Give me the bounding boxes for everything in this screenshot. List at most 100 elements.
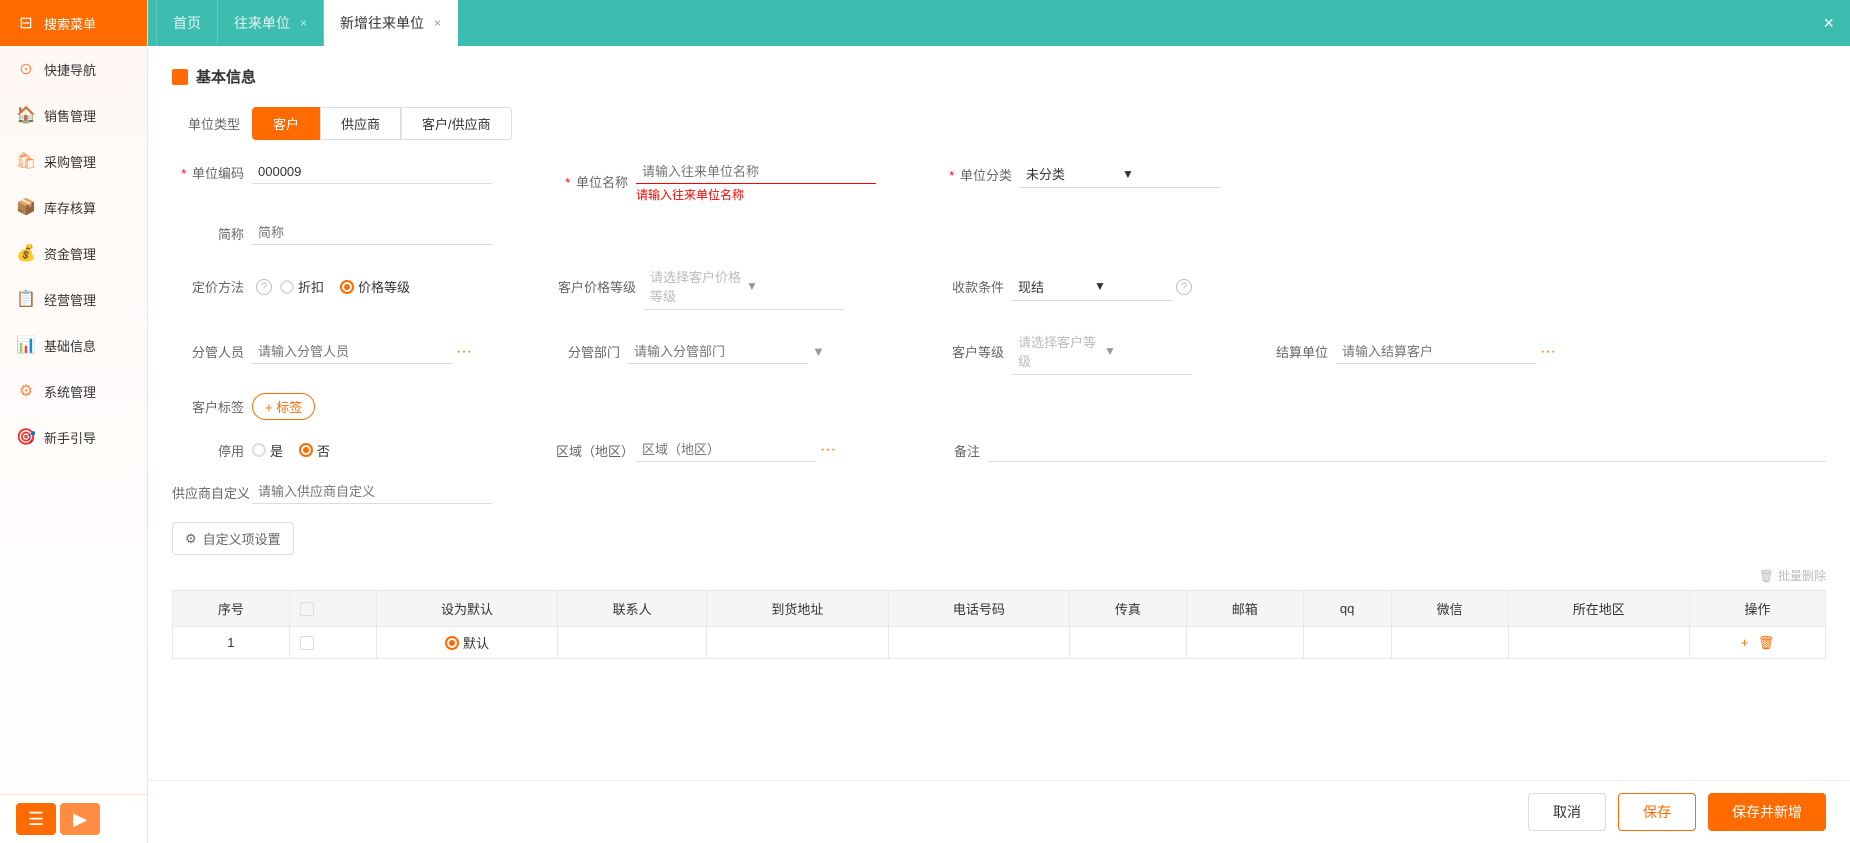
unit-name-star: *: [565, 175, 570, 190]
supplier-custom-input[interactable]: [252, 480, 492, 504]
sidebar-search-label: 搜索菜单: [44, 14, 96, 33]
sidebar-item-finance[interactable]: 💰 资金管理: [0, 230, 147, 276]
row-default-label: 默认: [463, 633, 489, 652]
customer-price-placeholder: 请选择客户价格等级: [650, 267, 742, 305]
batch-delete-label[interactable]: 批量删除: [1778, 567, 1826, 584]
sidebar-inventory-label: 库存核算: [44, 198, 96, 217]
pricing-radio-discount[interactable]: 折扣: [280, 277, 324, 296]
disable-radio-yes[interactable]: 是: [252, 441, 283, 460]
tab-new-partner-close[interactable]: ×: [434, 16, 441, 30]
tab-partners[interactable]: 往来单位 ×: [218, 0, 324, 46]
remark-input[interactable]: [988, 438, 1826, 462]
manager-dots[interactable]: ···: [456, 343, 472, 361]
region-input[interactable]: [636, 438, 816, 462]
pricing-discount-label: 折扣: [298, 277, 324, 296]
select-all-checkbox[interactable]: [300, 602, 314, 616]
row-default-cell: 默认: [376, 627, 557, 659]
sidebar-item-basic[interactable]: 📊 基础信息: [0, 322, 147, 368]
contact-table: 序号 设为默认 联系人 到货地址 电话号码 传真 邮箱 qq 微信 所在地区 操…: [172, 590, 1826, 659]
sidebar-item-sales[interactable]: 🏠 销售管理: [0, 92, 147, 138]
unit-name-input[interactable]: [636, 160, 876, 184]
cancel-button[interactable]: 取消: [1528, 793, 1606, 831]
alias-label: 简称: [172, 224, 252, 243]
manager-input[interactable]: [252, 340, 452, 364]
guide-icon: 🎯: [16, 427, 36, 447]
sidebar-bottom-btn1[interactable]: ☰: [16, 803, 56, 835]
col-checkbox: [289, 591, 376, 627]
alias-input[interactable]: [252, 221, 492, 245]
col-index: 序号: [173, 591, 290, 627]
payment-terms-help-icon[interactable]: ?: [1176, 279, 1192, 295]
field-disable: 停用 是 否: [172, 441, 532, 460]
row-add-btn[interactable]: +: [1741, 635, 1749, 650]
dept-input[interactable]: [628, 340, 808, 364]
tab-home-label: 首页: [173, 13, 201, 33]
form-row-supplier-custom: 供应商自定义: [172, 480, 1826, 504]
settlement-unit-dots[interactable]: ···: [1540, 343, 1556, 361]
custom-settings-button[interactable]: ⚙ 自定义项设置: [172, 522, 294, 555]
settlement-unit-label: 结算单位: [1264, 342, 1336, 361]
sidebar-item-search[interactable]: ⊟ 搜索菜单: [0, 0, 147, 46]
row-address: [707, 627, 888, 659]
disable-radio-no[interactable]: 否: [299, 441, 330, 460]
sidebar-item-operation[interactable]: 📋 经营管理: [0, 276, 147, 322]
disable-radio-group: 是 否: [252, 441, 330, 460]
field-dept: 分管部门 ▼: [556, 340, 916, 364]
sidebar-item-guide[interactable]: 🎯 新手引导: [0, 414, 147, 460]
unit-category-select[interactable]: 未分类 ▼: [1020, 160, 1220, 188]
payment-terms-arrow: ▼: [1094, 279, 1166, 293]
row-default-circle: [445, 636, 459, 650]
main-area: 首页 往来单位 × 新增往来单位 × × 基本信息 单位类型 客户 供应商 客户…: [148, 0, 1850, 843]
pricing-discount-circle: [280, 280, 294, 294]
row-checkbox[interactable]: [300, 636, 314, 650]
col-region: 所在地区: [1508, 591, 1689, 627]
field-region: 区域（地区） ···: [556, 438, 916, 462]
row-delete-btn[interactable]: 🗑: [1758, 635, 1775, 650]
remark-label: 备注: [940, 441, 988, 460]
customer-grade-select[interactable]: 请选择客户等级 ▼: [1012, 328, 1192, 375]
row-phone: [888, 627, 1069, 659]
row-email: [1186, 627, 1303, 659]
sidebar-item-quicknav[interactable]: ⊙ 快捷导航: [0, 46, 147, 92]
unit-btn-both[interactable]: 客户/供应商: [401, 107, 512, 140]
payment-terms-select[interactable]: 现结 ▼: [1012, 273, 1172, 301]
tab-new-partner[interactable]: 新增往来单位 ×: [324, 0, 458, 46]
unit-category-star: *: [949, 168, 954, 183]
field-manager: 分管人员 ···: [172, 340, 532, 364]
purchase-icon: 🛍: [16, 151, 36, 171]
pricing-help-icon[interactable]: ?: [256, 279, 272, 295]
tab-home[interactable]: 首页: [156, 0, 218, 46]
save-new-button[interactable]: 保存并新增: [1708, 793, 1826, 831]
row-index: 1: [173, 627, 290, 659]
pricing-radio-grade[interactable]: 价格等级: [340, 277, 410, 296]
field-alias: 简称: [172, 221, 532, 245]
save-button[interactable]: 保存: [1618, 793, 1696, 831]
manager-label: 分管人员: [172, 342, 252, 361]
form-row-alias: 简称: [172, 221, 1826, 245]
tag-add-label: + 标签: [265, 397, 302, 416]
tab-partners-close[interactable]: ×: [300, 16, 307, 30]
tab-bar-close-all[interactable]: ×: [1815, 13, 1842, 34]
operation-icon: 📋: [16, 289, 36, 309]
unit-btn-supplier[interactable]: 供应商: [320, 107, 401, 140]
field-customer-grade: 客户等级 请选择客户等级 ▼: [940, 328, 1240, 375]
section-title-text: 基本信息: [196, 66, 256, 87]
sidebar-bottom: ☰ ▶: [0, 794, 147, 843]
sidebar-item-purchase[interactable]: 🛍 采购管理: [0, 138, 147, 184]
settlement-unit-input[interactable]: [1336, 340, 1536, 364]
unit-code-input[interactable]: [252, 160, 492, 184]
sidebar-item-system[interactable]: ⚙ 系统管理: [0, 368, 147, 414]
row-default-radio[interactable]: 默认: [387, 633, 547, 652]
sidebar-bottom-btn2[interactable]: ▶: [60, 803, 100, 835]
basic-icon: 📊: [16, 335, 36, 355]
disable-yes-circle: [252, 443, 266, 457]
custom-settings-row: ⚙ 自定义项设置: [172, 522, 1826, 555]
unit-btn-customer[interactable]: 客户: [252, 107, 320, 140]
section-title: 基本信息: [172, 66, 1826, 87]
region-dots[interactable]: ···: [820, 441, 836, 459]
customer-price-select[interactable]: 请选择客户价格等级 ▼: [644, 263, 844, 310]
sidebar-item-inventory[interactable]: 📦 库存核算: [0, 184, 147, 230]
pricing-grade-circle: [340, 280, 354, 294]
tag-add-button[interactable]: + 标签: [252, 393, 315, 420]
unit-category-value: 未分类: [1026, 164, 1118, 183]
